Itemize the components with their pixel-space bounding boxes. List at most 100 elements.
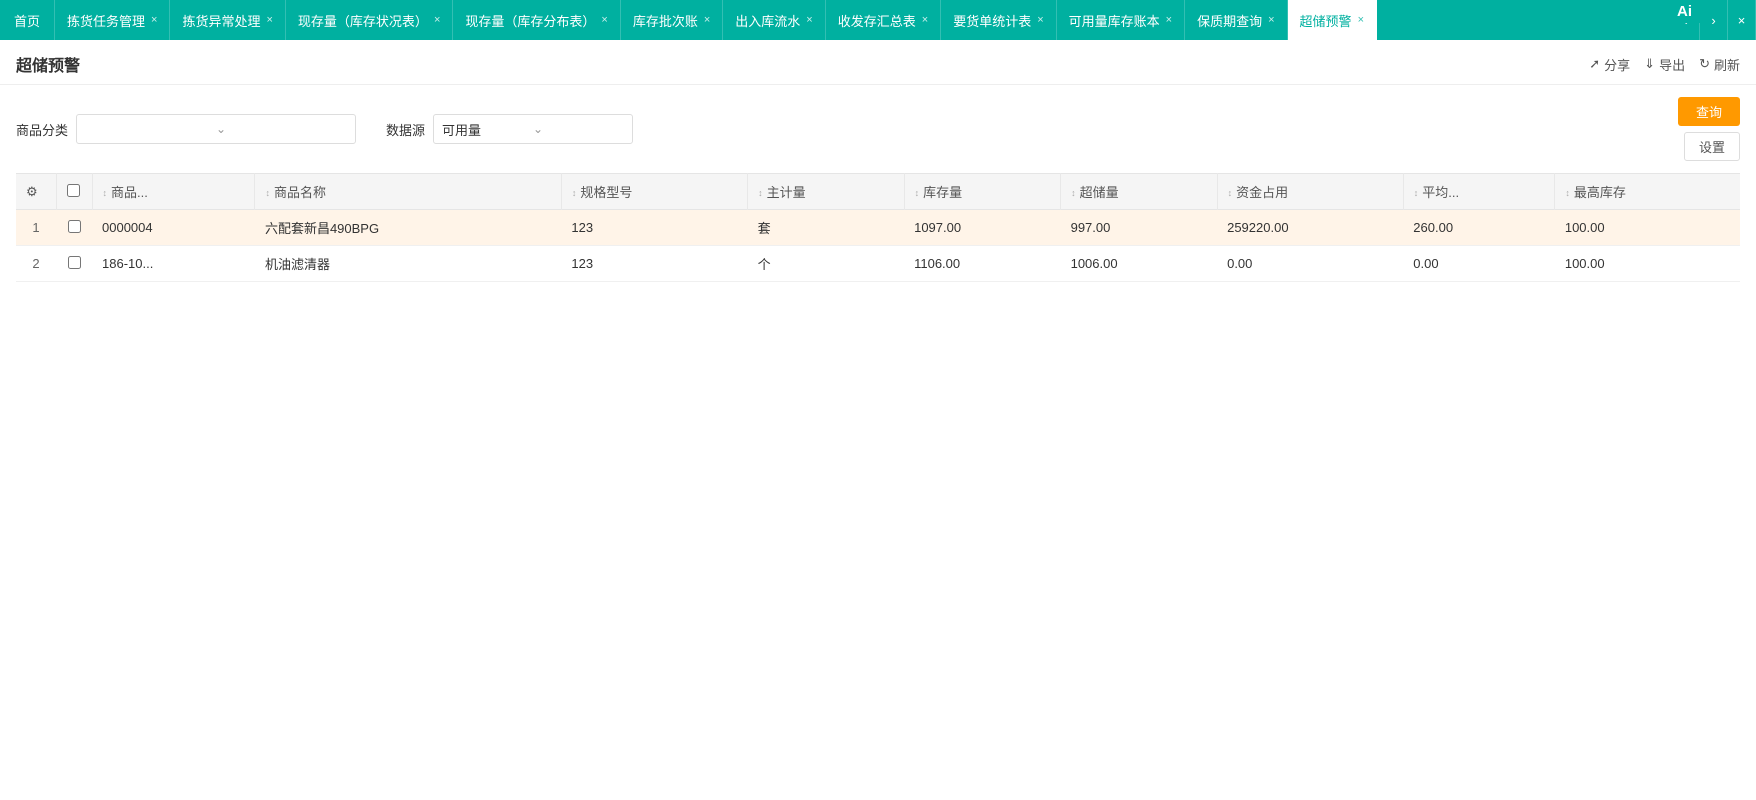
sort-icon: ↕ <box>103 189 108 198</box>
row-stock-0: 1097.00 <box>904 210 1061 246</box>
nav-close-icon-10[interactable]: × <box>1358 14 1364 26</box>
nav-item-1[interactable]: 拣货异常处理× <box>170 0 285 40</box>
col-stock[interactable]: ↕库存量 <box>904 174 1061 210</box>
row-check-0[interactable] <box>68 220 81 233</box>
datasource-arrow-icon: ⌄ <box>533 122 624 136</box>
row-unit-1: 个 <box>748 246 905 282</box>
table-container: ⚙ ↕商品... ↕商品名称 ↕规格型号 ↕主计量 ↕库存量 <box>0 173 1756 282</box>
refresh-label: 刷新 <box>1714 55 1740 74</box>
row-checkbox-0[interactable] <box>56 210 92 246</box>
row-code-0: 0000004 <box>92 210 255 246</box>
nav-item-6[interactable]: 收发存汇总表× <box>826 0 941 40</box>
nav-item-4[interactable]: 库存批次账× <box>621 0 723 40</box>
row-num-0: 1 <box>16 210 56 246</box>
row-spec-1: 123 <box>561 246 747 282</box>
sort-icon: ↕ <box>1414 189 1419 198</box>
refresh-icon: ↻ <box>1699 56 1710 72</box>
nav-item-3[interactable]: 现存量（库存分布表）× <box>453 0 620 40</box>
category-filter: 商品分类 ⌄ <box>16 114 356 144</box>
export-icon: ⇓ <box>1644 56 1655 72</box>
datasource-select[interactable]: 可用量 ⌄ <box>433 114 633 144</box>
row-excess-1: 1006.00 <box>1061 246 1218 282</box>
row-name-0: 六配套新昌490BPG <box>255 210 561 246</box>
col-unit[interactable]: ↕主计量 <box>748 174 905 210</box>
col-settings[interactable]: ⚙ <box>16 174 56 210</box>
sort-icon: ↕ <box>758 189 763 198</box>
table-body: 1 0000004 六配套新昌490BPG 123 套 1097.00 997.… <box>16 210 1740 282</box>
col-code[interactable]: ↕商品... <box>92 174 255 210</box>
export-label: 导出 <box>1659 55 1685 74</box>
nav-item-0[interactable]: 拣货任务管理× <box>55 0 170 40</box>
query-button[interactable]: 查询 <box>1678 97 1740 126</box>
datasource-value: 可用量 <box>442 120 533 139</box>
nav-close-icon-1[interactable]: × <box>266 14 272 26</box>
select-all-checkbox[interactable] <box>67 184 80 197</box>
sort-icon: ↕ <box>1228 189 1233 198</box>
filter-area: 商品分类 ⌄ 数据源 可用量 ⌄ 查询 设置 <box>0 85 1756 173</box>
row-spec-0: 123 <box>561 210 747 246</box>
nav-close-icon-4[interactable]: × <box>704 14 710 26</box>
row-avg-0: 260.00 <box>1403 210 1555 246</box>
row-excess-0: 997.00 <box>1061 210 1218 246</box>
table-row: 2 186-10... 机油滤清器 123 个 1106.00 1006.00 … <box>16 246 1740 282</box>
nav-close-icon-7[interactable]: × <box>1037 14 1043 26</box>
row-capital-0: 259220.00 <box>1217 210 1403 246</box>
row-max-0: 100.00 <box>1555 210 1740 246</box>
nav-close-icon-6[interactable]: × <box>922 14 928 26</box>
nav-item-2[interactable]: 现存量（库存状况表）× <box>286 0 453 40</box>
col-max[interactable]: ↕最高库存 <box>1555 174 1740 210</box>
table-header-row: ⚙ ↕商品... ↕商品名称 ↕规格型号 ↕主计量 ↕库存量 <box>16 174 1740 210</box>
nav-item-9[interactable]: 保质期查询× <box>1185 0 1287 40</box>
nav-bar: 首页 拣货任务管理×拣货异常处理×现存量（库存状况表）×现存量（库存分布表）×库… <box>0 0 1756 40</box>
nav-close-arrow[interactable]: × <box>1728 0 1756 40</box>
row-avg-1: 0.00 <box>1403 246 1555 282</box>
category-select[interactable]: ⌄ <box>76 114 356 144</box>
refresh-action[interactable]: ↻ 刷新 <box>1699 55 1740 74</box>
col-excess[interactable]: ↕超储量 <box>1061 174 1218 210</box>
export-action[interactable]: ⇓ 导出 <box>1644 55 1685 74</box>
datasource-filter: 数据源 可用量 ⌄ <box>386 114 633 144</box>
row-checkbox-1[interactable] <box>56 246 92 282</box>
sort-icon: ↕ <box>1071 189 1076 198</box>
sort-icon: ↕ <box>572 189 577 198</box>
sort-icon: ↕ <box>915 189 920 198</box>
col-checkbox <box>56 174 92 210</box>
col-name[interactable]: ↕商品名称 <box>255 174 561 210</box>
nav-close-icon-8[interactable]: × <box>1166 14 1172 26</box>
header-actions: ➚ 分享 ⇓ 导出 ↻ 刷新 <box>1589 55 1740 74</box>
filter-buttons: 查询 设置 <box>1678 97 1740 161</box>
row-stock-1: 1106.00 <box>904 246 1061 282</box>
row-check-1[interactable] <box>68 256 81 269</box>
nav-close-icon-3[interactable]: × <box>601 14 607 26</box>
row-capital-1: 0.00 <box>1217 246 1403 282</box>
nav-close-icon-2[interactable]: × <box>434 14 440 26</box>
datasource-label: 数据源 <box>386 120 425 139</box>
category-arrow-icon: ⌄ <box>216 122 347 136</box>
share-label: 分享 <box>1604 55 1630 74</box>
row-code-1: 186-10... <box>92 246 255 282</box>
main-table: ⚙ ↕商品... ↕商品名称 ↕规格型号 ↕主计量 ↕库存量 <box>16 173 1740 282</box>
col-spec[interactable]: ↕规格型号 <box>561 174 747 210</box>
table-row: 1 0000004 六配套新昌490BPG 123 套 1097.00 997.… <box>16 210 1740 246</box>
settings-button[interactable]: 设置 <box>1684 132 1740 161</box>
row-name-1: 机油滤清器 <box>255 246 561 282</box>
nav-home[interactable]: 首页 <box>0 0 55 40</box>
nav-item-5[interactable]: 出入库流水× <box>723 0 825 40</box>
settings-gear-icon[interactable]: ⚙ <box>26 184 38 199</box>
nav-close-icon-5[interactable]: × <box>806 14 812 26</box>
sort-icon: ↕ <box>265 189 270 198</box>
ai-badge[interactable]: Ai <box>1663 0 1706 23</box>
nav-item-10[interactable]: 超储预警× <box>1288 0 1377 40</box>
col-avg[interactable]: ↕平均... <box>1403 174 1555 210</box>
nav-item-7[interactable]: 要货单统计表× <box>941 0 1056 40</box>
page-header: 超储预警 ➚ 分享 ⇓ 导出 ↻ 刷新 <box>0 40 1756 85</box>
row-unit-0: 套 <box>748 210 905 246</box>
share-action[interactable]: ➚ 分享 <box>1589 55 1630 74</box>
sort-icon: ↕ <box>1565 189 1570 198</box>
nav-item-8[interactable]: 可用量库存账本× <box>1057 0 1185 40</box>
nav-close-icon-0[interactable]: × <box>151 14 157 26</box>
col-capital[interactable]: ↕资金占用 <box>1217 174 1403 210</box>
nav-close-icon-9[interactable]: × <box>1268 14 1274 26</box>
share-icon: ➚ <box>1589 56 1600 72</box>
row-max-1: 100.00 <box>1555 246 1740 282</box>
